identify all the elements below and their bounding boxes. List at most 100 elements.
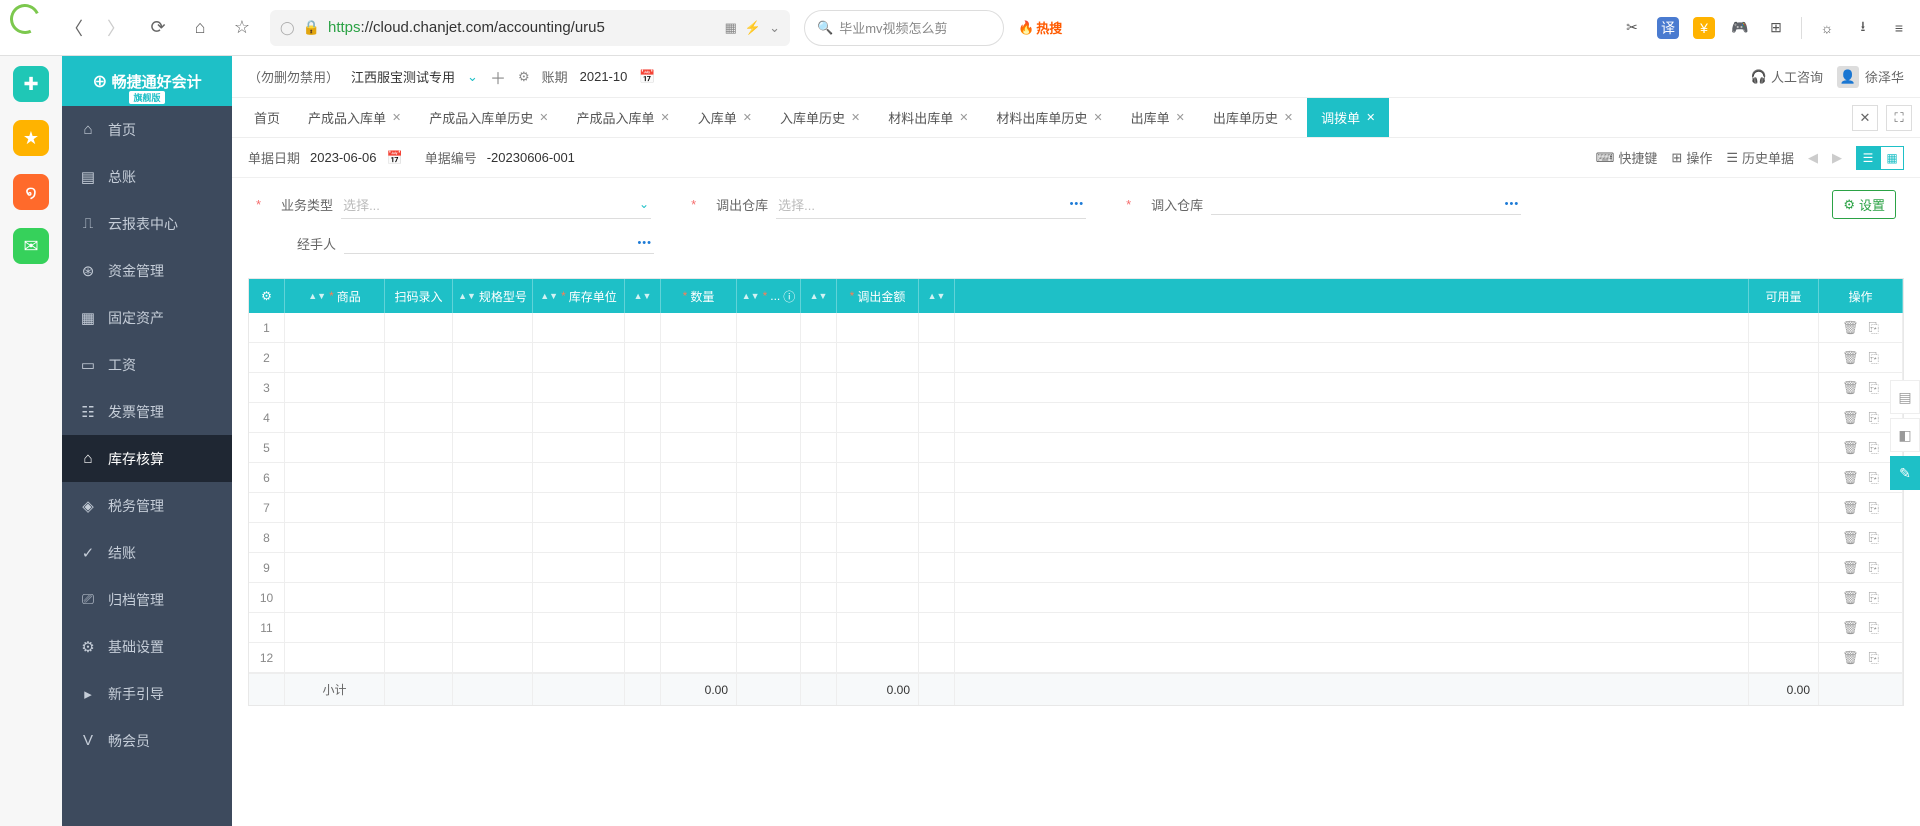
th-product[interactable]: ▲▼*商品 bbox=[285, 279, 385, 313]
cell-b1[interactable] bbox=[625, 493, 661, 522]
back-button[interactable]: 〈 bbox=[60, 14, 88, 42]
cell-b1[interactable] bbox=[625, 583, 661, 612]
cell-product[interactable] bbox=[285, 433, 385, 462]
cell-unit[interactable] bbox=[533, 643, 625, 672]
cell-extra[interactable] bbox=[737, 433, 801, 462]
cell-b2[interactable] bbox=[801, 553, 837, 582]
cell-amount[interactable] bbox=[837, 463, 919, 492]
cell-product[interactable] bbox=[285, 463, 385, 492]
cell-spec[interactable] bbox=[453, 613, 533, 642]
cell-unit[interactable] bbox=[533, 493, 625, 522]
delete-row-icon[interactable]: 🗑 bbox=[1842, 530, 1859, 546]
cell-scan[interactable] bbox=[385, 553, 453, 582]
cell-spec[interactable] bbox=[453, 403, 533, 432]
table-row[interactable]: 7🗑⎘ bbox=[249, 493, 1903, 523]
handler-select[interactable]: ••• bbox=[344, 233, 654, 254]
cell-b3[interactable] bbox=[919, 463, 955, 492]
qr-icon[interactable]: ▦ bbox=[725, 20, 737, 36]
sidebar-item-0[interactable]: ⌂首页 bbox=[62, 106, 232, 153]
tab-close-icon[interactable]: ✕ bbox=[392, 111, 401, 124]
cell-extra[interactable] bbox=[737, 403, 801, 432]
home-button[interactable]: ⌂ bbox=[186, 14, 214, 42]
scissors-icon[interactable]: ✂ bbox=[1621, 17, 1643, 39]
cell-amount[interactable] bbox=[837, 373, 919, 402]
doc-date-value[interactable]: 2023-06-06 bbox=[310, 150, 377, 165]
sidebar-item-10[interactable]: ⎚归档管理 bbox=[62, 576, 232, 623]
prev-doc-icon[interactable]: ◀ bbox=[1808, 150, 1818, 166]
sidebar-item-1[interactable]: ▤总账 bbox=[62, 153, 232, 200]
cell-spec[interactable] bbox=[453, 463, 533, 492]
cell-scan[interactable] bbox=[385, 643, 453, 672]
cell-amount[interactable] bbox=[837, 313, 919, 342]
hot-search-button[interactable]: 🔥热搜 bbox=[1018, 18, 1062, 37]
cell-product[interactable] bbox=[285, 313, 385, 342]
th-blank1[interactable]: ▲▼ bbox=[625, 279, 661, 313]
shortcut-link[interactable]: ⌨快捷键 bbox=[1596, 148, 1658, 167]
delete-row-icon[interactable]: 🗑 bbox=[1842, 650, 1859, 666]
cell-product[interactable] bbox=[285, 613, 385, 642]
cell-unit[interactable] bbox=[533, 553, 625, 582]
table-row[interactable]: 2🗑⎘ bbox=[249, 343, 1903, 373]
cell-b2[interactable] bbox=[801, 643, 837, 672]
cell-scan[interactable] bbox=[385, 463, 453, 492]
cell-unit[interactable] bbox=[533, 583, 625, 612]
cell-b2[interactable] bbox=[801, 433, 837, 462]
cell-spec[interactable] bbox=[453, 643, 533, 672]
date-picker-icon[interactable]: 📅 bbox=[387, 150, 403, 166]
address-bar[interactable]: ◯ 🔒 https://cloud.chanjet.com/accounting… bbox=[270, 10, 790, 46]
cell-extra[interactable] bbox=[737, 613, 801, 642]
sidebar-item-4[interactable]: ▦固定资产 bbox=[62, 294, 232, 341]
cell-extra[interactable] bbox=[737, 643, 801, 672]
cell-amount[interactable] bbox=[837, 493, 919, 522]
view-list[interactable]: ☰ bbox=[1856, 146, 1880, 170]
tab-close-icon[interactable]: ✕ bbox=[1176, 111, 1185, 124]
cell-b3[interactable] bbox=[919, 343, 955, 372]
cell-qty[interactable] bbox=[661, 493, 737, 522]
sidebar-item-3[interactable]: ⊛资金管理 bbox=[62, 247, 232, 294]
in-warehouse-select[interactable]: ••• bbox=[1211, 194, 1521, 215]
cell-spec[interactable] bbox=[453, 523, 533, 552]
out-warehouse-select[interactable]: 选择...••• bbox=[776, 191, 1086, 219]
cell-qty[interactable] bbox=[661, 553, 737, 582]
cell-extra[interactable] bbox=[737, 583, 801, 612]
delete-row-icon[interactable]: 🗑 bbox=[1842, 470, 1859, 486]
tab-1[interactable]: 产成品入库单✕ bbox=[294, 98, 415, 137]
menu-icon[interactable]: ≡ bbox=[1888, 17, 1910, 39]
table-row[interactable]: 4🗑⎘ bbox=[249, 403, 1903, 433]
cell-unit[interactable] bbox=[533, 613, 625, 642]
cell-b3[interactable] bbox=[919, 553, 955, 582]
cell-b3[interactable] bbox=[919, 583, 955, 612]
cell-spec[interactable] bbox=[453, 493, 533, 522]
table-row[interactable]: 10🗑⎘ bbox=[249, 583, 1903, 613]
cell-scan[interactable] bbox=[385, 613, 453, 642]
launcher-app-1[interactable]: ✚ bbox=[13, 66, 49, 102]
sidebar-item-8[interactable]: ◈税务管理 bbox=[62, 482, 232, 529]
cell-unit[interactable] bbox=[533, 523, 625, 552]
cell-extra[interactable] bbox=[737, 313, 801, 342]
copy-row-icon[interactable]: ⎘ bbox=[1869, 620, 1879, 636]
period-value[interactable]: 2021-10 bbox=[580, 69, 628, 84]
cell-unit[interactable] bbox=[533, 373, 625, 402]
delete-row-icon[interactable]: 🗑 bbox=[1842, 410, 1859, 426]
cell-extra[interactable] bbox=[737, 463, 801, 492]
url-dropdown-icon[interactable]: ⌄ bbox=[769, 20, 780, 36]
table-row[interactable]: 8🗑⎘ bbox=[249, 523, 1903, 553]
apps-icon[interactable]: ⊞ bbox=[1765, 17, 1787, 39]
cell-b1[interactable] bbox=[625, 373, 661, 402]
cell-unit[interactable] bbox=[533, 343, 625, 372]
cell-b2[interactable] bbox=[801, 583, 837, 612]
cell-b2[interactable] bbox=[801, 613, 837, 642]
cell-spec[interactable] bbox=[453, 343, 533, 372]
delete-row-icon[interactable]: 🗑 bbox=[1842, 350, 1859, 366]
reload-button[interactable]: ⟳ bbox=[144, 14, 172, 42]
cell-scan[interactable] bbox=[385, 373, 453, 402]
view-card[interactable]: ▦ bbox=[1880, 146, 1904, 170]
biz-type-select[interactable]: 选择...⌄ bbox=[341, 191, 651, 219]
th-available[interactable]: 可用量 bbox=[1749, 279, 1819, 313]
cell-b3[interactable] bbox=[919, 403, 955, 432]
delete-row-icon[interactable]: 🗑 bbox=[1842, 440, 1859, 456]
th-qty[interactable]: *数量 bbox=[661, 279, 737, 313]
forward-button[interactable]: 〉 bbox=[102, 14, 130, 42]
theme-icon[interactable]: ☼ bbox=[1816, 17, 1838, 39]
sidebar-item-2[interactable]: ⎍云报表中心 bbox=[62, 200, 232, 247]
